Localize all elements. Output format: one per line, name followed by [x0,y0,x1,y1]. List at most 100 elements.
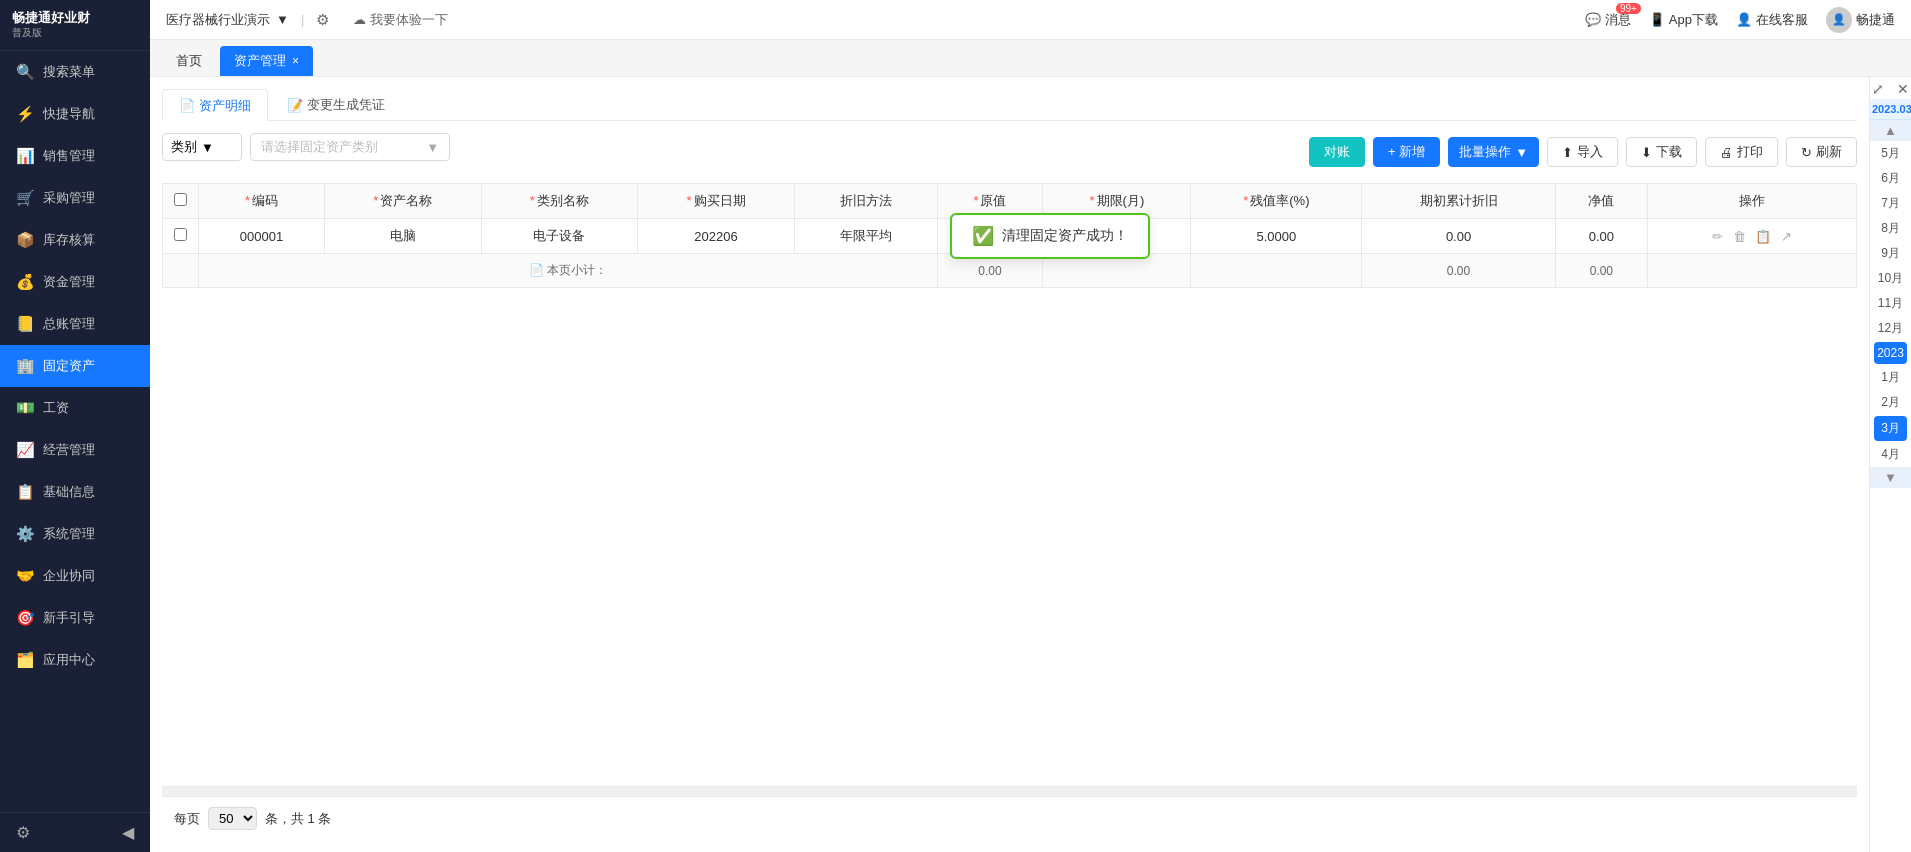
box-icon: 📦 [16,231,35,249]
experience-button[interactable]: ☁ 我要体验一下 [353,11,448,29]
sidebar-item-label: 库存核算 [43,231,95,249]
col-header-net-value: 净值 [1555,184,1647,219]
company-selector[interactable]: 医疗器械行业演示 ▼ [166,11,289,29]
category-filter[interactable]: 类别 ▼ [162,133,242,161]
row-checkbox[interactable] [174,228,187,241]
tab-home[interactable]: 首页 [162,46,216,76]
table-header-checkbox[interactable] [163,184,199,219]
sidebar-item-inventory[interactable]: 📦 库存核算 [0,219,150,261]
home-tab-label: 首页 [176,53,202,68]
right-panel-close-button[interactable]: ✕ [1897,81,1909,97]
cloud-icon: ☁ [353,12,366,27]
cal-month-4[interactable]: 4月 [1870,442,1911,467]
topbar-gear-icon[interactable]: ⚙ [316,11,329,29]
refresh-button[interactable]: ↻ 刷新 [1786,137,1857,167]
cal-month-6[interactable]: 6月 [1870,166,1911,191]
per-page-select[interactable]: 50 [208,807,257,830]
subtab-asset-detail[interactable]: 📄 资产明细 [162,89,268,121]
tab-close-icon[interactable]: × [292,54,299,68]
col-header-category: *类别名称 [481,184,638,219]
right-panel-expand-button[interactable]: ⤢ [1872,81,1884,97]
sidebar-item-label: 采购管理 [43,189,95,207]
subtab-icon: 📄 [179,98,195,113]
sidebar-item-purchase[interactable]: 🛒 采购管理 [0,177,150,219]
horizontal-scrollbar[interactable] [162,786,1857,796]
online-service-button[interactable]: 👤 在线客服 [1736,11,1808,29]
collapse-icon[interactable]: ◀ [122,823,134,842]
sidebar-item-sales[interactable]: 📊 销售管理 [0,135,150,177]
cell-residual-rate: 5.0000 [1191,219,1362,254]
col-header-purchase-date: *购买日期 [638,184,795,219]
cal-year-2023[interactable]: 2023 [1874,342,1907,364]
cal-month-12[interactable]: 12月 [1870,316,1911,341]
search-icon: 🔍 [16,63,35,81]
cal-month-9[interactable]: 9月 [1870,241,1911,266]
input-dropdown-icon: ▼ [426,140,439,155]
cal-month-3[interactable]: 3月 [1874,416,1907,441]
company-dropdown-icon: ▼ [276,12,289,27]
app-download-button[interactable]: 📱 App下载 [1649,11,1718,29]
dl-icon: ⬇ [1641,145,1652,160]
cal-month-7[interactable]: 7月 [1870,191,1911,216]
sidebar-item-fixed-assets[interactable]: 🏢 固定资产 [0,345,150,387]
calendar-scroll-up[interactable]: ▲ [1870,120,1911,141]
sidebar-item-app-center[interactable]: 🗂️ 应用中心 [0,639,150,681]
sidebar-item-payroll[interactable]: 💵 工资 [0,387,150,429]
reconcile-button[interactable]: 对账 [1309,137,1365,167]
subtotal-label: 📄 本页小计： [199,254,938,288]
sidebar-item-label: 系统管理 [43,525,95,543]
book-icon: 📒 [16,315,35,333]
sidebar-item-basic-info[interactable]: 📋 基础信息 [0,471,150,513]
sidebar-item-label: 新手引导 [43,609,95,627]
cell-initial-depreciation: 0.00 [1362,219,1556,254]
sidebar-item-operations[interactable]: 📈 经营管理 [0,429,150,471]
calendar-scroll-down[interactable]: ▼ [1870,467,1911,488]
cal-month-1[interactable]: 1月 [1870,365,1911,390]
sidebar-item-collab[interactable]: 🤝 企业协同 [0,555,150,597]
batch-ops-button[interactable]: 批量操作 ▼ [1448,137,1539,167]
cell-net-value: 0.00 [1555,219,1647,254]
sidebar-item-finance[interactable]: 💰 资金管理 [0,261,150,303]
category-input[interactable]: 请选择固定资产类别 ▼ [250,133,450,161]
sidebar-item-label: 经营管理 [43,441,95,459]
import-button[interactable]: ⬆ 导入 [1547,137,1618,167]
messages-button[interactable]: 💬 消息 99+ [1585,11,1631,29]
new-button[interactable]: + 新增 [1373,137,1440,167]
apps-icon: 🗂️ [16,651,35,669]
tab-asset-management[interactable]: 资产管理 × [220,46,313,76]
cal-month-2[interactable]: 2月 [1870,390,1911,415]
row-checkbox-cell[interactable] [163,219,199,254]
user-menu[interactable]: 👤 畅捷通 [1826,7,1895,33]
sidebar-nav: 🔍 搜索菜单 ⚡ 快捷导航 📊 销售管理 🛒 采购管理 📦 库存核算 💰 资金管… [0,51,150,812]
subtab2-icon: 📝 [287,98,303,113]
filter-dropdown-icon: ▼ [201,140,214,155]
col-header-code: *编码 [199,184,325,219]
cal-month-5[interactable]: 5月 [1870,141,1911,166]
sidebar-item-guide[interactable]: 🎯 新手引导 [0,597,150,639]
select-all-checkbox[interactable] [174,193,187,206]
money-icon: 💰 [16,273,35,291]
cal-month-10[interactable]: 10月 [1870,266,1911,291]
sidebar-item-ledger[interactable]: 📒 总账管理 [0,303,150,345]
settings-icon[interactable]: ⚙ [16,823,30,842]
sidebar-item-system[interactable]: ⚙️ 系统管理 [0,513,150,555]
more-icon[interactable]: ↗ [1781,229,1792,244]
copy-icon[interactable]: 📋 [1755,229,1771,244]
download-button[interactable]: ⬇ 下载 [1626,137,1697,167]
subtab-change-voucher[interactable]: 📝 变更生成凭证 [270,89,402,120]
print-label: 打印 [1737,143,1763,161]
print-button[interactable]: 🖨 打印 [1705,137,1778,167]
edit-icon[interactable]: ✏ [1712,229,1723,244]
batch-dropdown-icon: ▼ [1515,145,1528,160]
col-header-actions: 操作 [1647,184,1856,219]
sidebar-item-search[interactable]: 🔍 搜索菜单 [0,51,150,93]
sidebar-footer: ⚙ ◀ [0,812,150,852]
cell-purchase-date: 202206 [638,219,795,254]
building-icon: 🏢 [16,357,35,375]
delete-icon[interactable]: 🗑 [1733,229,1746,244]
cal-month-8[interactable]: 8月 [1870,216,1911,241]
sidebar-item-quicknav[interactable]: ⚡ 快捷导航 [0,93,150,135]
cell-actions: ✏ 🗑 📋 ↗ [1647,219,1856,254]
cal-month-11[interactable]: 11月 [1870,291,1911,316]
sidebar-item-label: 工资 [43,399,69,417]
